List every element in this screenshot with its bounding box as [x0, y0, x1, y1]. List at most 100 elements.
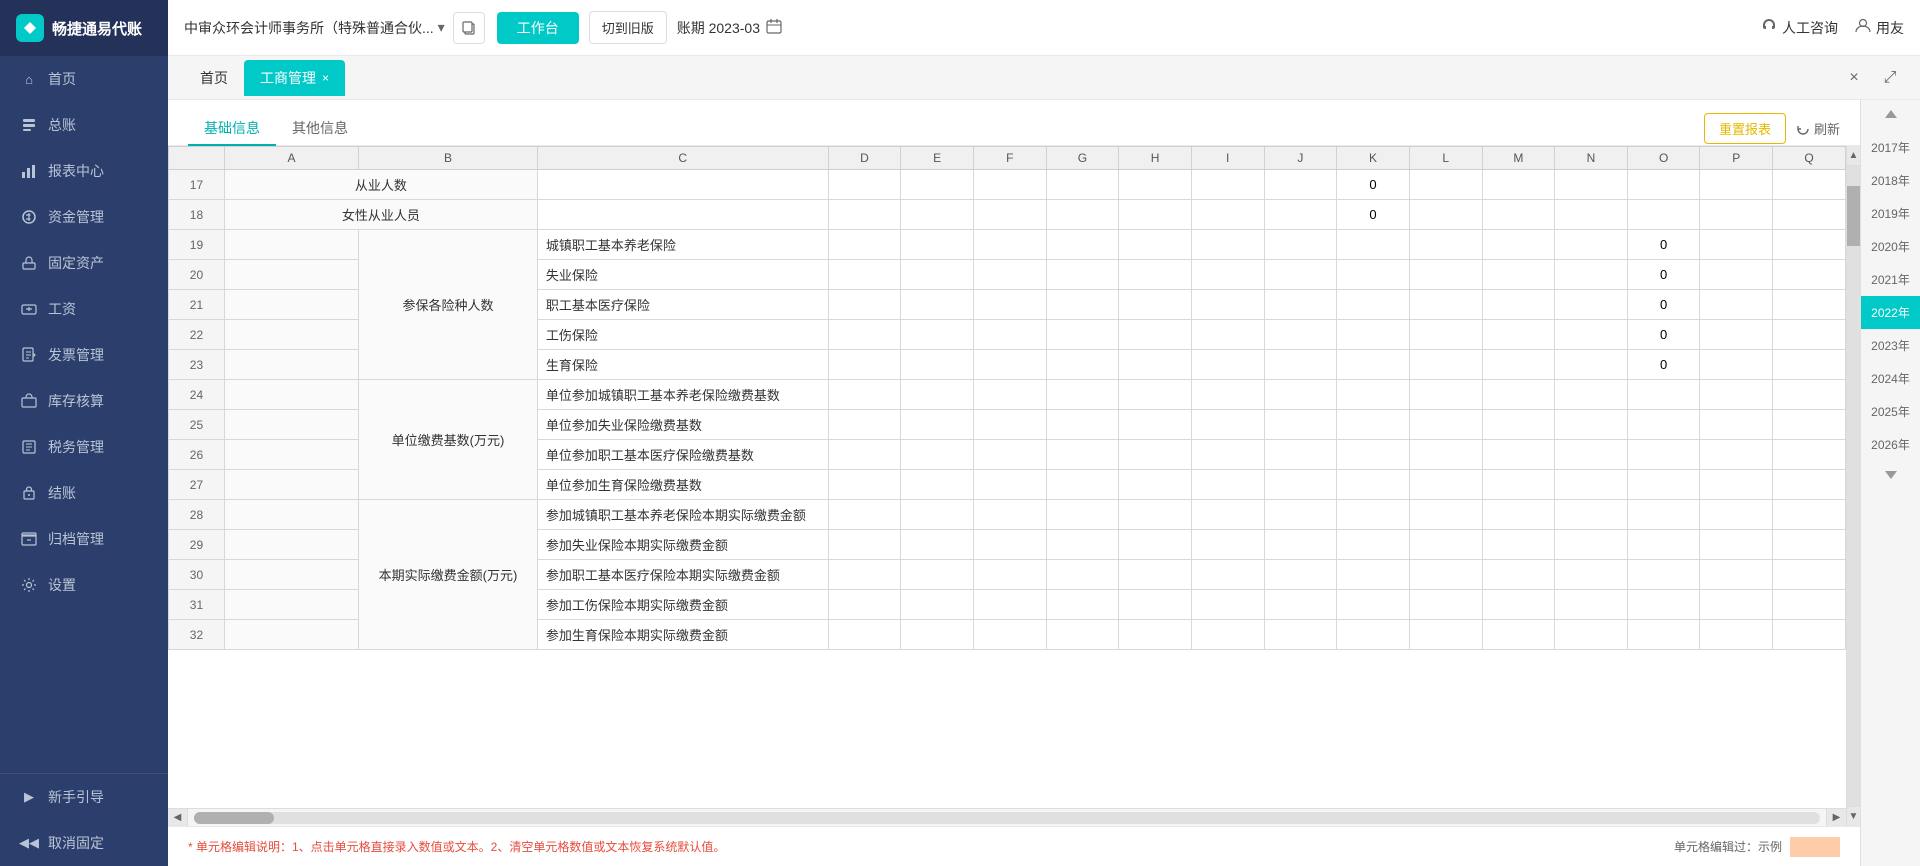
cell-25-a[interactable] [224, 410, 358, 440]
cell-18-m[interactable] [1482, 200, 1555, 230]
cell-22-i[interactable] [1191, 320, 1264, 350]
cell-24-k[interactable] [1337, 380, 1410, 410]
cell-28-p[interactable] [1700, 500, 1773, 530]
cell-31-l[interactable] [1409, 590, 1482, 620]
cell-27-g[interactable] [1046, 470, 1119, 500]
cell-26-o[interactable] [1627, 440, 1700, 470]
cell-21-k[interactable] [1337, 290, 1410, 320]
h-scroll-thumb[interactable] [194, 812, 274, 824]
cell-30-k[interactable] [1337, 560, 1410, 590]
cell-29-h[interactable] [1119, 530, 1192, 560]
h-scroll-right-button[interactable]: ▶ [1826, 809, 1846, 827]
cell-21-q[interactable] [1773, 290, 1846, 320]
cell-22-k[interactable] [1337, 320, 1410, 350]
cell-26-e[interactable] [901, 440, 974, 470]
cell-32-m[interactable] [1482, 620, 1555, 650]
cell-31-g[interactable] [1046, 590, 1119, 620]
cell-24-d[interactable] [828, 380, 901, 410]
cell-25-d[interactable] [828, 410, 901, 440]
cell-23-e[interactable] [901, 350, 974, 380]
cell-28-h[interactable] [1119, 500, 1192, 530]
year-item-2025[interactable]: 2025年 [1861, 395, 1920, 428]
year-item-2024[interactable]: 2024年 [1861, 362, 1920, 395]
cell-21-e[interactable] [901, 290, 974, 320]
cell-19-n[interactable] [1555, 230, 1628, 260]
vertical-scrollbar[interactable]: ▲ ▼ [1846, 146, 1860, 826]
cell-17-i[interactable] [1191, 170, 1264, 200]
cell-22-n[interactable] [1555, 320, 1628, 350]
sidebar-item-invoice[interactable]: 发票管理 [0, 332, 168, 378]
cell-19-e[interactable] [901, 230, 974, 260]
cell-23-h[interactable] [1119, 350, 1192, 380]
reset-report-button[interactable]: 重置报表 [1704, 113, 1786, 144]
cell-17-c[interactable] [537, 170, 828, 200]
cell-18-i[interactable] [1191, 200, 1264, 230]
year-item-2026[interactable]: 2026年 [1861, 428, 1920, 461]
cell-27-m[interactable] [1482, 470, 1555, 500]
cell-19-l[interactable] [1409, 230, 1482, 260]
year-item-2018[interactable]: 2018年 [1861, 164, 1920, 197]
cell-29-j[interactable] [1264, 530, 1337, 560]
cell-18-f[interactable] [973, 200, 1046, 230]
cell-32-n[interactable] [1555, 620, 1628, 650]
cell-19-g[interactable] [1046, 230, 1119, 260]
sidebar-item-report[interactable]: 报表中心 [0, 148, 168, 194]
sidebar-item-settings[interactable]: 设置 [0, 562, 168, 608]
cell-24-h[interactable] [1119, 380, 1192, 410]
cell-31-j[interactable] [1264, 590, 1337, 620]
cell-17-o[interactable] [1627, 170, 1700, 200]
cell-28-f[interactable] [973, 500, 1046, 530]
cell-25-c[interactable]: 单位参加失业保险缴费基数 [537, 410, 828, 440]
cell-29-k[interactable] [1337, 530, 1410, 560]
cell-17-d[interactable] [828, 170, 901, 200]
year-item-2023[interactable]: 2023年 [1861, 329, 1920, 362]
cell-26-k[interactable] [1337, 440, 1410, 470]
cell-31-a[interactable] [224, 590, 358, 620]
cell-19-k[interactable] [1337, 230, 1410, 260]
v-scroll-down-button[interactable]: ▼ [1847, 806, 1860, 826]
cell-20-f[interactable] [973, 260, 1046, 290]
cell-18-ab[interactable]: 女性从业人员 [224, 200, 537, 230]
cell-25-l[interactable] [1409, 410, 1482, 440]
year-nav-up[interactable] [1861, 100, 1920, 131]
cell-29-g[interactable] [1046, 530, 1119, 560]
cell-23-a[interactable] [224, 350, 358, 380]
cell-26-c[interactable]: 单位参加职工基本医疗保险缴费基数 [537, 440, 828, 470]
sidebar-item-archive[interactable]: 归档管理 [0, 516, 168, 562]
cell-31-i[interactable] [1191, 590, 1264, 620]
cell-24-p[interactable] [1700, 380, 1773, 410]
cell-25-k[interactable] [1337, 410, 1410, 440]
cell-32-d[interactable] [828, 620, 901, 650]
cell-27-c[interactable]: 单位参加生育保险缴费基数 [537, 470, 828, 500]
cell-30-e[interactable] [901, 560, 974, 590]
cell-21-n[interactable] [1555, 290, 1628, 320]
cell-27-h[interactable] [1119, 470, 1192, 500]
cell-20-n[interactable] [1555, 260, 1628, 290]
cell-32-j[interactable] [1264, 620, 1337, 650]
cell-29-d[interactable] [828, 530, 901, 560]
cell-17-h[interactable] [1119, 170, 1192, 200]
cell-27-i[interactable] [1191, 470, 1264, 500]
cell-20-a[interactable] [224, 260, 358, 290]
cell-19-d[interactable] [828, 230, 901, 260]
refresh-button[interactable]: 刷新 [1796, 119, 1840, 138]
cell-28-o[interactable] [1627, 500, 1700, 530]
cell-24-o[interactable] [1627, 380, 1700, 410]
sidebar-item-guide[interactable]: ▶ 新手引导 [0, 774, 168, 820]
cell-29-l[interactable] [1409, 530, 1482, 560]
tab-expand-button[interactable]: ⤢ [1876, 64, 1904, 92]
v-scroll-track[interactable] [1847, 166, 1860, 806]
cell-28-e[interactable] [901, 500, 974, 530]
cell-23-l[interactable] [1409, 350, 1482, 380]
cell-22-f[interactable] [973, 320, 1046, 350]
cell-24-c[interactable]: 单位参加城镇职工基本养老保险缴费基数 [537, 380, 828, 410]
cell-22-h[interactable] [1119, 320, 1192, 350]
cell-29-a[interactable] [224, 530, 358, 560]
year-nav-down[interactable] [1861, 461, 1920, 492]
cell-24-j[interactable] [1264, 380, 1337, 410]
cell-17-ab[interactable]: 从业人数 [224, 170, 537, 200]
cell-19-p[interactable] [1700, 230, 1773, 260]
cell-28-l[interactable] [1409, 500, 1482, 530]
cell-17-l[interactable] [1409, 170, 1482, 200]
cell-19-j[interactable] [1264, 230, 1337, 260]
